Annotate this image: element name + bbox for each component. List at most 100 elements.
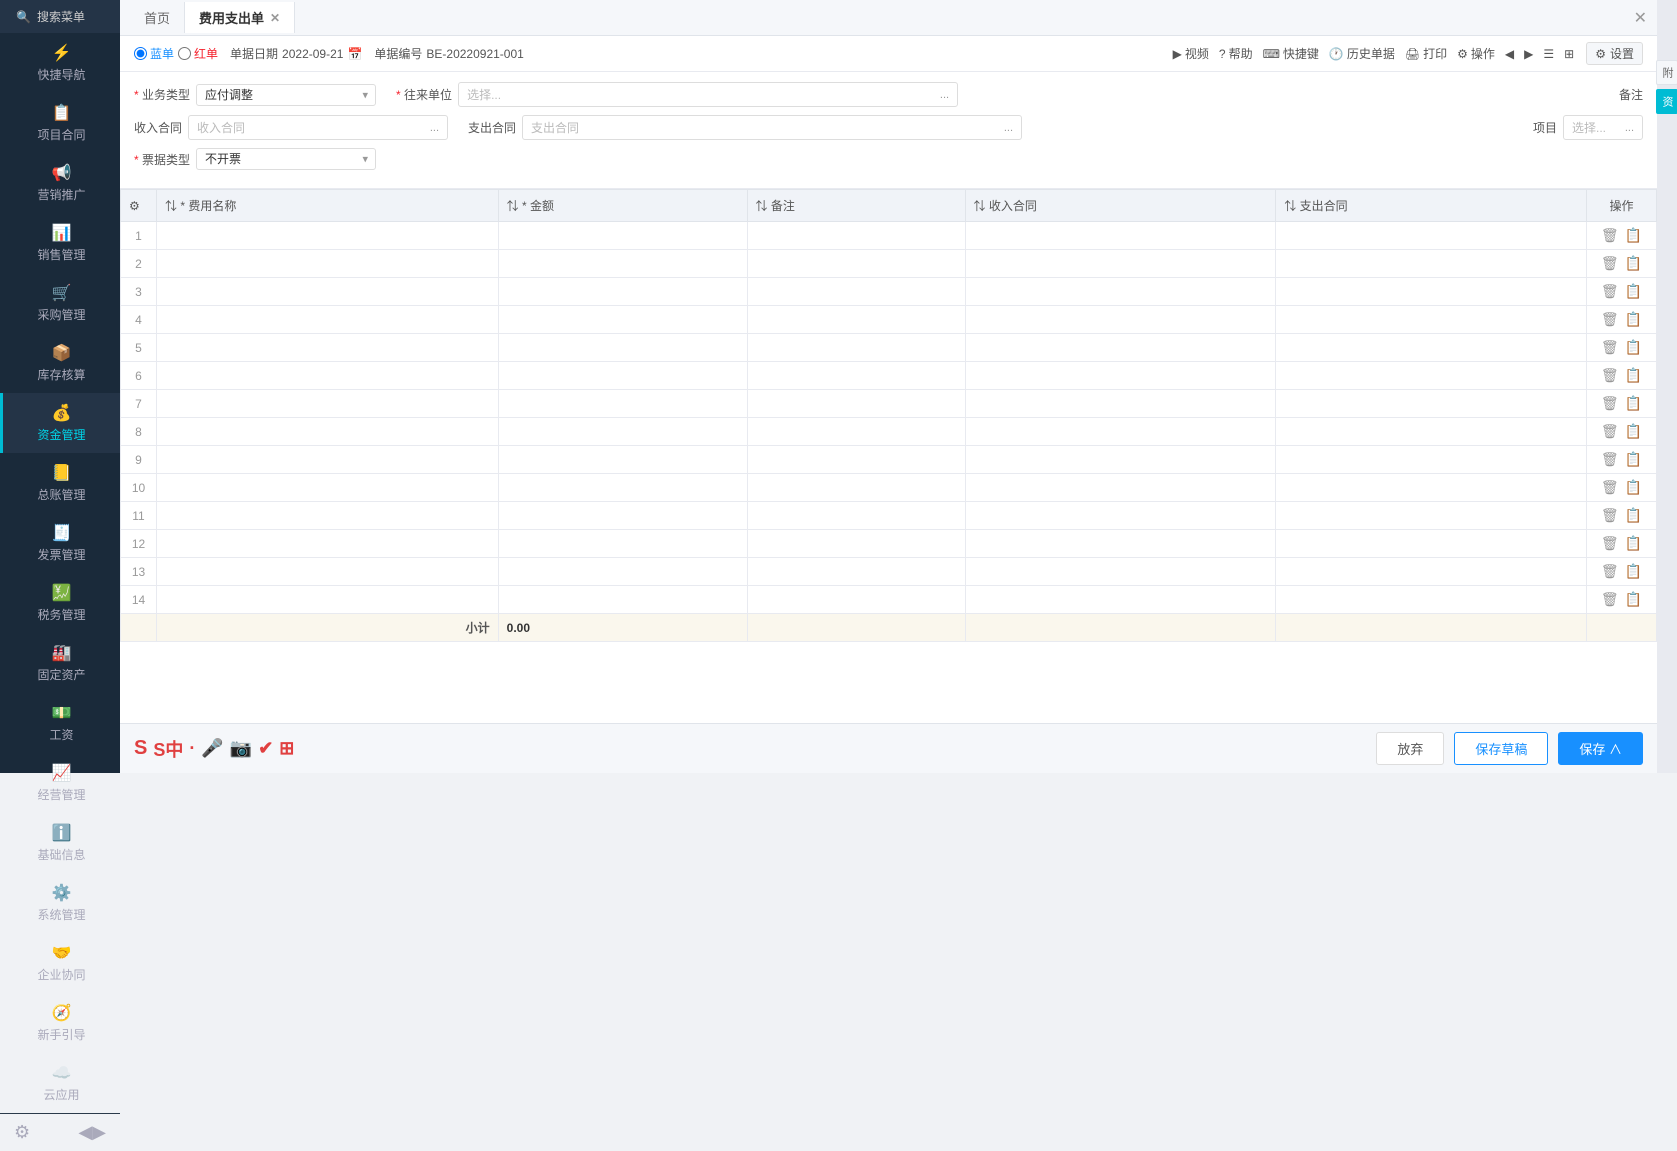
delete-icon-7[interactable]: 🗑 xyxy=(1601,395,1619,412)
delete-icon-2[interactable]: 🗑 xyxy=(1601,255,1619,272)
cell-income-13[interactable] xyxy=(965,558,1276,586)
cell-expense-8[interactable] xyxy=(1276,418,1587,446)
delete-icon-1[interactable]: 🗑 xyxy=(1601,227,1619,244)
red-radio[interactable] xyxy=(178,47,191,60)
sidebar-item-basic-info[interactable]: ℹ️ 基础信息 xyxy=(0,813,120,873)
cell-remark-3[interactable] xyxy=(747,278,965,306)
cell-name-1[interactable] xyxy=(157,222,499,250)
copy-icon-1[interactable]: 📋 xyxy=(1625,227,1642,244)
discard-button[interactable]: 放弃 xyxy=(1376,732,1444,765)
invoice-type-select[interactable]: 不开票 xyxy=(196,148,376,170)
save-button[interactable]: 保存 ∧ xyxy=(1558,732,1643,765)
cell-expense-4[interactable] xyxy=(1276,306,1587,334)
cell-income-4[interactable] xyxy=(965,306,1276,334)
tab-home[interactable]: 首页 xyxy=(130,2,185,33)
cell-name-12[interactable] xyxy=(157,530,499,558)
cell-amount-2[interactable] xyxy=(498,250,747,278)
nav-prev-icon[interactable]: ◀ xyxy=(1505,47,1514,61)
help-btn[interactable]: ? 帮助 xyxy=(1219,45,1253,62)
copy-icon-14[interactable]: 📋 xyxy=(1625,591,1642,608)
cell-remark-11[interactable] xyxy=(747,502,965,530)
calendar-icon[interactable]: 📅 xyxy=(347,47,362,61)
cell-remark-10[interactable] xyxy=(747,474,965,502)
counterparty-input[interactable]: 选择... ... xyxy=(458,82,958,107)
cell-amount-10[interactable] xyxy=(498,474,747,502)
sidebar-item-payroll[interactable]: 💵 工资 xyxy=(0,693,120,753)
grid-view-icon[interactable]: ⊞ xyxy=(1564,47,1574,61)
nav-next-icon[interactable]: ▶ xyxy=(1524,47,1533,61)
cell-remark-7[interactable] xyxy=(747,390,965,418)
cell-amount-6[interactable] xyxy=(498,362,747,390)
cell-remark-8[interactable] xyxy=(747,418,965,446)
copy-icon-7[interactable]: 📋 xyxy=(1625,395,1642,412)
cell-name-9[interactable] xyxy=(157,446,499,474)
sidebar-item-inventory[interactable]: 📦 库存核算 xyxy=(0,333,120,393)
cell-remark-4[interactable] xyxy=(747,306,965,334)
cell-amount-3[interactable] xyxy=(498,278,747,306)
cell-expense-12[interactable] xyxy=(1276,530,1587,558)
sidebar-item-sales-mgmt[interactable]: 📊 销售管理 xyxy=(0,213,120,273)
cell-name-13[interactable] xyxy=(157,558,499,586)
cell-name-5[interactable] xyxy=(157,334,499,362)
delete-icon-4[interactable]: 🗑 xyxy=(1601,311,1619,328)
delete-icon-5[interactable]: 🗑 xyxy=(1601,339,1619,356)
print-btn[interactable]: 🖨 打印 xyxy=(1405,45,1447,62)
cell-remark-9[interactable] xyxy=(747,446,965,474)
copy-icon-12[interactable]: 📋 xyxy=(1625,535,1642,552)
footer-icon-camera[interactable]: 📷 xyxy=(230,738,252,759)
sidebar-item-capital-mgmt[interactable]: 💰 资金管理 xyxy=(0,393,120,453)
col-remark-sort[interactable]: ⇅ xyxy=(756,199,768,213)
sidebar-item-purchase-mgmt[interactable]: 🛒 采购管理 xyxy=(0,273,120,333)
cell-name-3[interactable] xyxy=(157,278,499,306)
col-expense-sort[interactable]: ⇅ xyxy=(1284,199,1296,213)
delete-icon-9[interactable]: 🗑 xyxy=(1601,451,1619,468)
cell-expense-9[interactable] xyxy=(1276,446,1587,474)
settings-icon[interactable]: ⚙ xyxy=(14,1122,30,1143)
cell-income-3[interactable] xyxy=(965,278,1276,306)
cell-remark-6[interactable] xyxy=(747,362,965,390)
cell-expense-3[interactable] xyxy=(1276,278,1587,306)
cell-remark-5[interactable] xyxy=(747,334,965,362)
delete-icon-12[interactable]: 🗑 xyxy=(1601,535,1619,552)
cell-income-6[interactable] xyxy=(965,362,1276,390)
copy-icon-11[interactable]: 📋 xyxy=(1625,507,1642,524)
cell-income-7[interactable] xyxy=(965,390,1276,418)
cell-amount-11[interactable] xyxy=(498,502,747,530)
settings-btn[interactable]: ⚙ 设置 xyxy=(1586,42,1643,65)
invoice-type-dropdown[interactable]: 不开票 xyxy=(196,148,376,170)
red-radio-label[interactable]: 红单 xyxy=(178,45,218,62)
sidebar-item-new-user-guide[interactable]: 🧭 新手引导 xyxy=(0,993,120,1053)
cell-expense-11[interactable] xyxy=(1276,502,1587,530)
blue-radio[interactable] xyxy=(134,47,147,60)
sidebar-item-ledger-mgmt[interactable]: 📒 总账管理 xyxy=(0,453,120,513)
footer-icon-check[interactable]: ✔ xyxy=(258,738,273,759)
list-view-icon[interactable]: ☰ xyxy=(1543,47,1554,61)
cell-income-14[interactable] xyxy=(965,586,1276,614)
copy-icon-5[interactable]: 📋 xyxy=(1625,339,1642,356)
sidebar-item-project-contract[interactable]: 📋 项目合同 xyxy=(0,93,120,153)
tab-close-expense-bill[interactable]: ✕ xyxy=(270,11,280,25)
cell-name-7[interactable] xyxy=(157,390,499,418)
cell-income-2[interactable] xyxy=(965,250,1276,278)
sidebar-item-cloud-apps[interactable]: ☁️ 云应用 xyxy=(0,1053,120,1113)
sidebar-item-fixed-assets[interactable]: 🏭 固定资产 xyxy=(0,633,120,693)
biz-type-dropdown[interactable]: 应付调整 xyxy=(196,84,376,106)
sidebar-item-invoice-mgmt[interactable]: 🧾 发票管理 xyxy=(0,513,120,573)
biz-type-select[interactable]: 应付调整 xyxy=(196,84,376,106)
income-contract-input[interactable]: 收入合同 ... xyxy=(188,115,448,140)
cell-amount-7[interactable] xyxy=(498,390,747,418)
cell-name-6[interactable] xyxy=(157,362,499,390)
sidebar-item-tax-mgmt[interactable]: 💹 税务管理 xyxy=(0,573,120,633)
cell-income-10[interactable] xyxy=(965,474,1276,502)
cell-name-8[interactable] xyxy=(157,418,499,446)
sidebar-item-enterprise-collab[interactable]: 🤝 企业协同 xyxy=(0,933,120,993)
cell-expense-5[interactable] xyxy=(1276,334,1587,362)
delete-icon-13[interactable]: 🗑 xyxy=(1601,563,1619,580)
cell-expense-2[interactable] xyxy=(1276,250,1587,278)
cell-remark-13[interactable] xyxy=(747,558,965,586)
expense-contract-input[interactable]: 支出合同 ... xyxy=(522,115,1022,140)
cell-expense-13[interactable] xyxy=(1276,558,1587,586)
cell-amount-9[interactable] xyxy=(498,446,747,474)
col-gear[interactable]: ⚙ xyxy=(121,190,157,222)
cell-amount-13[interactable] xyxy=(498,558,747,586)
